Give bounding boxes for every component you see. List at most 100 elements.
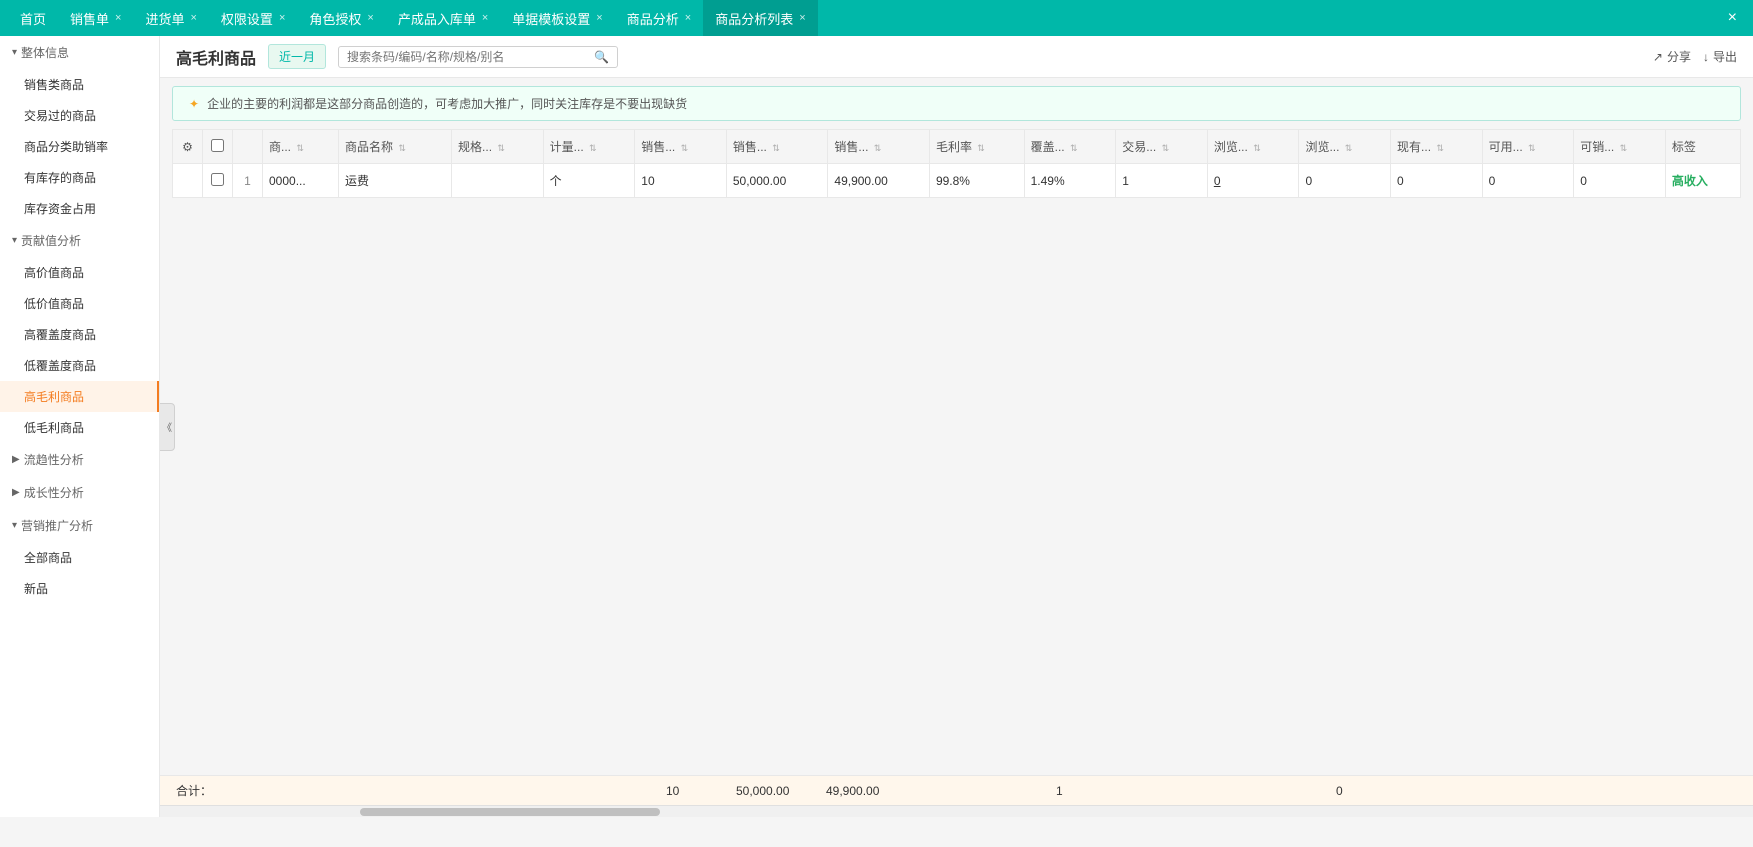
sidebar-item-new-goods[interactable]: 新品 [0,573,159,604]
nav-product-instock[interactable]: 产成品入库单 × [386,0,500,36]
page-title: 高毛利商品 [176,45,256,69]
footer-label: 合计： [176,782,336,799]
row-browse1-cell[interactable]: 0 [1207,164,1299,198]
close-icon[interactable]: × [115,12,121,24]
sidebar-item-category-rate[interactable]: 商品分类助销率 [0,131,159,162]
chevron-right-icon: ▶ [12,454,20,465]
col-sellable-stock[interactable]: 可销... ⇅ [1574,130,1666,164]
nav-permission-settings[interactable]: 权限设置 × [209,0,297,36]
export-icon: ↓ [1703,50,1709,64]
row-settings-cell [173,164,203,198]
sort-icon: ⇅ [1620,143,1628,153]
tag-badge: 高收入 [1672,174,1708,188]
row-checkbox-cell[interactable] [203,164,233,198]
row-name-cell: 运费 [339,164,452,198]
nav-home[interactable]: 首页 [8,0,58,36]
chevron-down-icon: ▾ [12,520,17,531]
close-icon[interactable]: × [799,12,805,24]
close-icon[interactable]: × [596,12,602,24]
close-all-tabs-button[interactable]: × [1720,9,1745,27]
row-sales-amount-cell: 50,000.00 [726,164,828,198]
col-name[interactable]: 商品名称 ⇅ [339,130,452,164]
footer-trade-count: 1 [1056,784,1126,798]
col-settings[interactable]: ⚙ [173,130,203,164]
col-browse2[interactable]: 浏览... ⇅ [1299,130,1391,164]
sidebar-item-low-margin[interactable]: 低毛利商品 [0,412,159,443]
nav-template-settings[interactable]: 单据模板设置 × [500,0,614,36]
export-button[interactable]: ↓ 导出 [1703,48,1737,65]
sidebar-item-low-coverage[interactable]: 低覆盖度商品 [0,350,159,381]
col-checkbox[interactable] [203,130,233,164]
sort-icon: ⇅ [296,143,304,153]
sidebar-item-high-margin[interactable]: 高毛利商品 [0,381,159,412]
row-checkbox[interactable] [211,173,224,186]
close-icon[interactable]: × [367,12,373,24]
col-spec[interactable]: 规格... ⇅ [452,130,544,164]
col-unit[interactable]: 计量... ⇅ [543,130,635,164]
sidebar: ▾ 整体信息 销售类商品 交易过的商品 商品分类助销率 有库存的商品 库存资金占… [0,36,160,817]
horizontal-scrollbar[interactable] [160,805,1753,817]
search-box[interactable]: 🔍 [338,46,618,68]
col-num [233,130,263,164]
sidebar-item-low-value[interactable]: 低价值商品 [0,288,159,319]
row-num-cell: 1 [233,164,263,198]
col-gross-rate[interactable]: 毛利率 ⇅ [929,130,1024,164]
sort-icon: ⇅ [874,143,882,153]
row-code-cell: 0000... [263,164,339,198]
sidebar-section-marketing[interactable]: ▾ 营销推广分析 [0,509,159,542]
sidebar-section-growth[interactable]: ▶ 成长性分析 [0,476,159,509]
filter-month-button[interactable]: 近一月 [268,44,326,69]
sort-icon: ⇅ [772,143,780,153]
content-header: 高毛利商品 近一月 🔍 ↗ 分享 ↓ 导出 [160,36,1753,78]
search-icon[interactable]: 🔍 [594,50,609,64]
sort-icon: ⇅ [1345,143,1353,153]
select-all-checkbox[interactable] [211,139,224,152]
sidebar-item-in-stock-goods[interactable]: 有库存的商品 [0,162,159,193]
col-trade-count[interactable]: 交易... ⇅ [1116,130,1208,164]
sidebar-section-overall[interactable]: ▾ 整体信息 [0,36,159,69]
nav-product-analysis[interactable]: 商品分析 × [615,0,703,36]
footer-sales-cost: 49,900.00 [826,784,916,798]
nav-sales-order[interactable]: 销售单 × [58,0,133,36]
nav-purchase-order[interactable]: 进货单 × [133,0,208,36]
col-code[interactable]: 商... ⇅ [263,130,339,164]
nav-role-auth[interactable]: 角色授权 × [297,0,385,36]
close-icon[interactable]: × [685,12,691,24]
alert-bar: ✦ 企业的主要的利润都是这部分商品创造的，可考虑加大推广，同时关注库存是不要出现… [172,86,1741,121]
sidebar-item-high-coverage[interactable]: 高覆盖度商品 [0,319,159,350]
sidebar-section-contribution[interactable]: ▾ 贡献值分析 [0,224,159,257]
col-tag: 标签 [1665,130,1740,164]
product-table: ⚙ 商... ⇅ 商品名称 ⇅ [172,129,1741,198]
share-button[interactable]: ↗ 分享 [1653,48,1691,65]
sort-icon: ⇅ [497,143,505,153]
col-current-stock[interactable]: 现有... ⇅ [1391,130,1483,164]
footer-sales-qty: 10 [666,784,736,798]
footer-available-stock: 0 [1336,784,1406,798]
sidebar-collapse-button[interactable]: 《 [160,403,175,451]
sidebar-item-sales-goods[interactable]: 销售类商品 [0,69,159,100]
browse1-link[interactable]: 0 [1214,174,1221,188]
close-icon[interactable]: × [482,12,488,24]
sort-icon: ⇅ [589,143,597,153]
col-sales-qty[interactable]: 销售... ⇅ [635,130,727,164]
sidebar-item-all-goods[interactable]: 全部商品 [0,542,159,573]
col-browse1[interactable]: 浏览... ⇅ [1207,130,1299,164]
search-input[interactable] [347,50,594,64]
scrollbar-thumb[interactable] [360,808,660,816]
sidebar-item-inventory-capital[interactable]: 库存资金占用 [0,193,159,224]
settings-icon[interactable]: ⚙ [182,140,193,154]
col-available-stock[interactable]: 可用... ⇅ [1482,130,1574,164]
sort-icon: ⇅ [681,143,689,153]
close-icon[interactable]: × [190,12,196,24]
sidebar-section-trend[interactable]: ▶ 流趋性分析 [0,443,159,476]
col-sales-cost[interactable]: 销售... ⇅ [828,130,930,164]
nav-product-analysis-list[interactable]: 商品分析列表 × [703,0,817,36]
sidebar-item-traded-goods[interactable]: 交易过的商品 [0,100,159,131]
col-cover-rate[interactable]: 覆盖... ⇅ [1024,130,1116,164]
col-sales-amount[interactable]: 销售... ⇅ [726,130,828,164]
row-unit-cell: 个 [543,164,635,198]
close-icon[interactable]: × [279,12,285,24]
chevron-right-icon: ▶ [12,487,20,498]
sidebar-item-high-value[interactable]: 高价值商品 [0,257,159,288]
chevron-down-icon: ▾ [12,47,17,58]
